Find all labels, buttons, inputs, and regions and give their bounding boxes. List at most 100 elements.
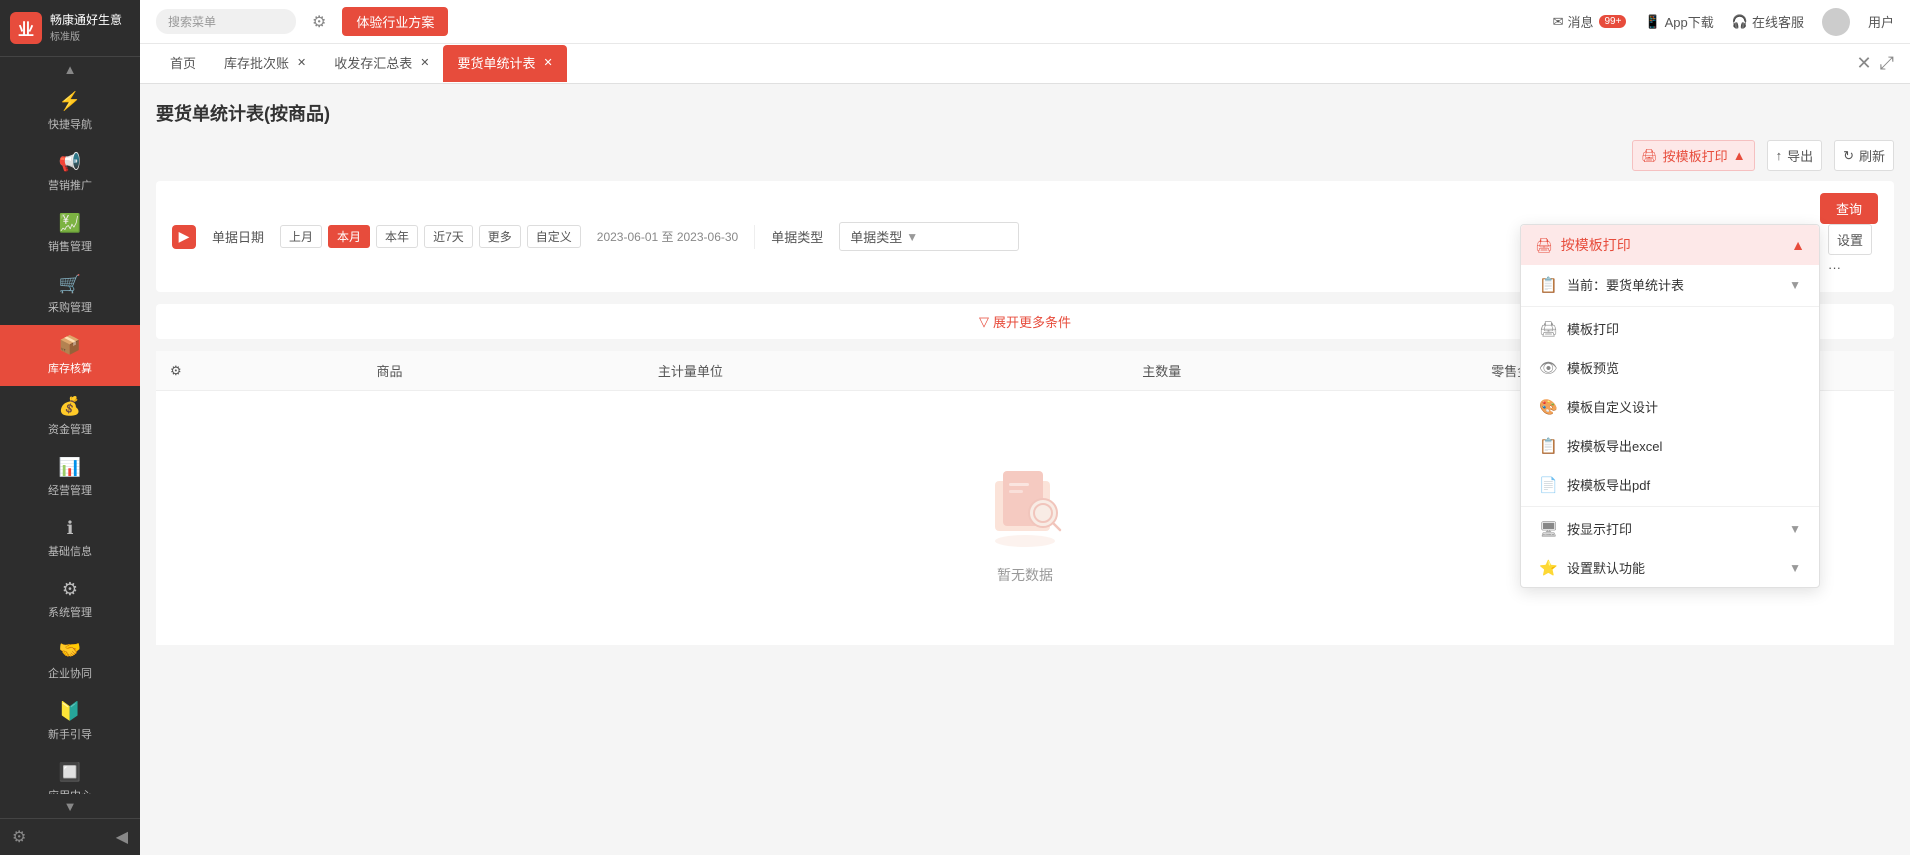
template-print-icon: 🖨 <box>1539 320 1557 338</box>
more-options-button[interactable]: ··· <box>1820 255 1849 280</box>
sidebar-item-appstore[interactable]: 🔲 应用中心 <box>0 752 140 794</box>
settings-icon[interactable]: ⚙ <box>12 827 26 847</box>
dropdown-header-label: 按模板打印 <box>1561 235 1631 255</box>
more-date-btn[interactable]: 更多 <box>479 225 521 248</box>
refresh-icon: ↻ <box>1843 148 1854 164</box>
refresh-label: 刷新 <box>1859 146 1885 165</box>
sidebar-scroll-down[interactable]: ▼ <box>0 794 140 818</box>
messages-button[interactable]: ✉ 消息 99+ <box>1553 12 1627 31</box>
sales-icon: 💹 <box>59 213 81 234</box>
toggle-sidebar-icon[interactable]: ◀ <box>116 827 128 847</box>
default-func-label: 设置默认功能 <box>1567 558 1645 577</box>
close-tab-button[interactable]: ✕ <box>1857 53 1872 74</box>
sidebar-item-marketing[interactable]: 📢 营销推广 <box>0 142 140 203</box>
tab-collection-close[interactable]: ✕ <box>420 56 429 69</box>
template-print-label: 模板打印 <box>1567 319 1619 338</box>
sidebar-item-purchase[interactable]: 🛒 采购管理 <box>0 264 140 325</box>
tab-order-stats-close[interactable]: ✕ <box>544 56 553 69</box>
dropdown-export-excel[interactable]: 📋 按模板导出excel <box>1521 426 1819 465</box>
print-template-button[interactable]: 🖨 按模板打印 ▲ <box>1632 140 1754 171</box>
appstore-icon: 🔲 <box>59 762 81 783</box>
dropdown-current-item[interactable]: 📋 当前：要货单统计表 ▼ <box>1521 265 1819 304</box>
sidebar-label-inventory: 库存核算 <box>48 360 92 376</box>
system-icon: ⚙ <box>62 579 78 600</box>
sidebar-item-finance[interactable]: 💰 资金管理 <box>0 386 140 447</box>
default-func-chevron-icon: ▼ <box>1789 561 1801 575</box>
shortcut-icon: ⚡ <box>59 91 81 112</box>
tab-collection[interactable]: 收发存汇总表 ✕ <box>320 45 443 82</box>
custom-date-btn[interactable]: 自定义 <box>527 225 581 248</box>
dropdown-template-print[interactable]: 🖨 模板打印 <box>1521 309 1819 348</box>
messages-badge: 99+ <box>1599 15 1626 28</box>
inventory-icon: 📦 <box>59 335 81 356</box>
prev-month-btn[interactable]: 上月 <box>280 225 322 248</box>
last-7days-btn[interactable]: 近7天 <box>424 225 473 248</box>
refresh-button[interactable]: ↻ 刷新 <box>1834 140 1894 171</box>
purchase-icon: 🛒 <box>59 274 81 295</box>
dropdown-display-print[interactable]: 🖥 按显示打印 ▼ <box>1521 509 1819 548</box>
current-year-btn[interactable]: 本年 <box>376 225 418 248</box>
template-design-icon: 🎨 <box>1539 398 1557 416</box>
date-buttons: 上月 本月 本年 近7天 更多 自定义 <box>280 225 581 248</box>
user-avatar[interactable] <box>1822 8 1850 36</box>
online-service-button[interactable]: 🎧 在线客服 <box>1732 12 1804 31</box>
online-service-label: 在线客服 <box>1752 12 1804 31</box>
printer-icon: 🖨 <box>1535 237 1553 254</box>
sidebar-item-collab[interactable]: 🤝 企业协同 <box>0 630 140 691</box>
sidebar-item-shortcut[interactable]: ⚡ 快捷导航 <box>0 81 140 142</box>
current-month-btn[interactable]: 本月 <box>328 225 370 248</box>
sidebar-scroll-up[interactable]: ▲ <box>0 57 140 81</box>
sidebar-label-sales: 销售管理 <box>48 238 92 254</box>
query-button[interactable]: 查询 <box>1820 193 1878 224</box>
tab-home[interactable]: 首页 <box>156 45 210 82</box>
topbar-search[interactable]: 搜索菜单 <box>156 9 296 34</box>
tab-batch[interactable]: 库存批次账 ✕ <box>210 45 320 82</box>
print-dropdown: 🖨 按模板打印 ▲ 📋 当前：要货单统计表 ▼ 🖨 模板打印 👁 模板预览 <box>1520 224 1820 588</box>
trial-button[interactable]: 体验行业方案 <box>342 7 448 36</box>
sidebar-item-sales[interactable]: 💹 销售管理 <box>0 203 140 264</box>
display-print-label: 按显示打印 <box>1567 519 1632 538</box>
current-template-icon: 📋 <box>1539 276 1557 294</box>
dropdown-header-left: 🖨 按模板打印 <box>1535 235 1631 255</box>
sidebar-label-appstore: 应用中心 <box>48 787 92 794</box>
col-settings[interactable]: ⚙ <box>156 351 363 391</box>
dropdown-header: 🖨 按模板打印 ▲ <box>1521 225 1819 265</box>
filter-right: 查询 设置 ··· <box>1820 193 1878 280</box>
dropdown-export-pdf[interactable]: 📄 按模板导出pdf <box>1521 465 1819 504</box>
expand-tab-button[interactable]: ⤢ <box>1880 53 1894 74</box>
sidebar-item-operation[interactable]: 📊 经营管理 <box>0 447 140 508</box>
dropdown-template-design[interactable]: 🎨 模板自定义设计 <box>1521 387 1819 426</box>
default-func-icon: ⭐ <box>1539 559 1557 577</box>
sidebar-item-inventory[interactable]: 📦 库存核算 <box>0 325 140 386</box>
export-button[interactable]: ↑ 导出 <box>1767 140 1823 171</box>
empty-text: 暂无数据 <box>997 565 1053 585</box>
export-label: 导出 <box>1787 146 1813 165</box>
sidebar-item-system[interactable]: ⚙ 系统管理 <box>0 569 140 630</box>
page-action-bar: 🖨 按模板打印 ▲ ↑ 导出 ↻ 刷新 <box>156 140 1894 171</box>
template-preview-label: 模板预览 <box>1567 358 1619 377</box>
settings-button[interactable]: 设置 <box>1828 224 1872 255</box>
filter-toggle-button[interactable]: ▶ <box>172 225 196 249</box>
finance-icon: 💰 <box>59 396 81 417</box>
messages-label: 消息 <box>1567 12 1593 31</box>
tab-batch-close[interactable]: ✕ <box>297 56 306 69</box>
sidebar-item-basic[interactable]: ℹ 基础信息 <box>0 508 140 569</box>
print-dropdown-chevron: ▲ <box>1733 148 1746 163</box>
sidebar-label-basic: 基础信息 <box>48 543 92 559</box>
collab-icon: 🤝 <box>59 640 81 661</box>
sidebar-item-guide[interactable]: 🔰 新手引导 <box>0 691 140 752</box>
service-icon: 🎧 <box>1732 14 1748 30</box>
dropdown-template-preview[interactable]: 👁 模板预览 <box>1521 348 1819 387</box>
tab-home-label: 首页 <box>170 53 196 72</box>
expand-conditions-button[interactable]: ▽ 展开更多条件 <box>979 312 1071 331</box>
logo-icon: 业 <box>10 12 42 44</box>
tab-order-stats[interactable]: 要货单统计表 ✕ <box>443 45 566 82</box>
dropdown-default-func[interactable]: ⭐ 设置默认功能 ▼ <box>1521 548 1819 587</box>
app-download-button[interactable]: 📱 App下载 <box>1644 12 1713 31</box>
dropdown-close-chevron[interactable]: ▲ <box>1791 237 1805 253</box>
order-type-select[interactable]: 单据类型 ▼ <box>839 222 1019 251</box>
message-icon: ✉ <box>1553 14 1564 30</box>
export-excel-label: 按模板导出excel <box>1567 436 1662 455</box>
guide-icon: 🔰 <box>59 701 81 722</box>
topbar-gear-icon[interactable]: ⚙ <box>312 12 326 32</box>
